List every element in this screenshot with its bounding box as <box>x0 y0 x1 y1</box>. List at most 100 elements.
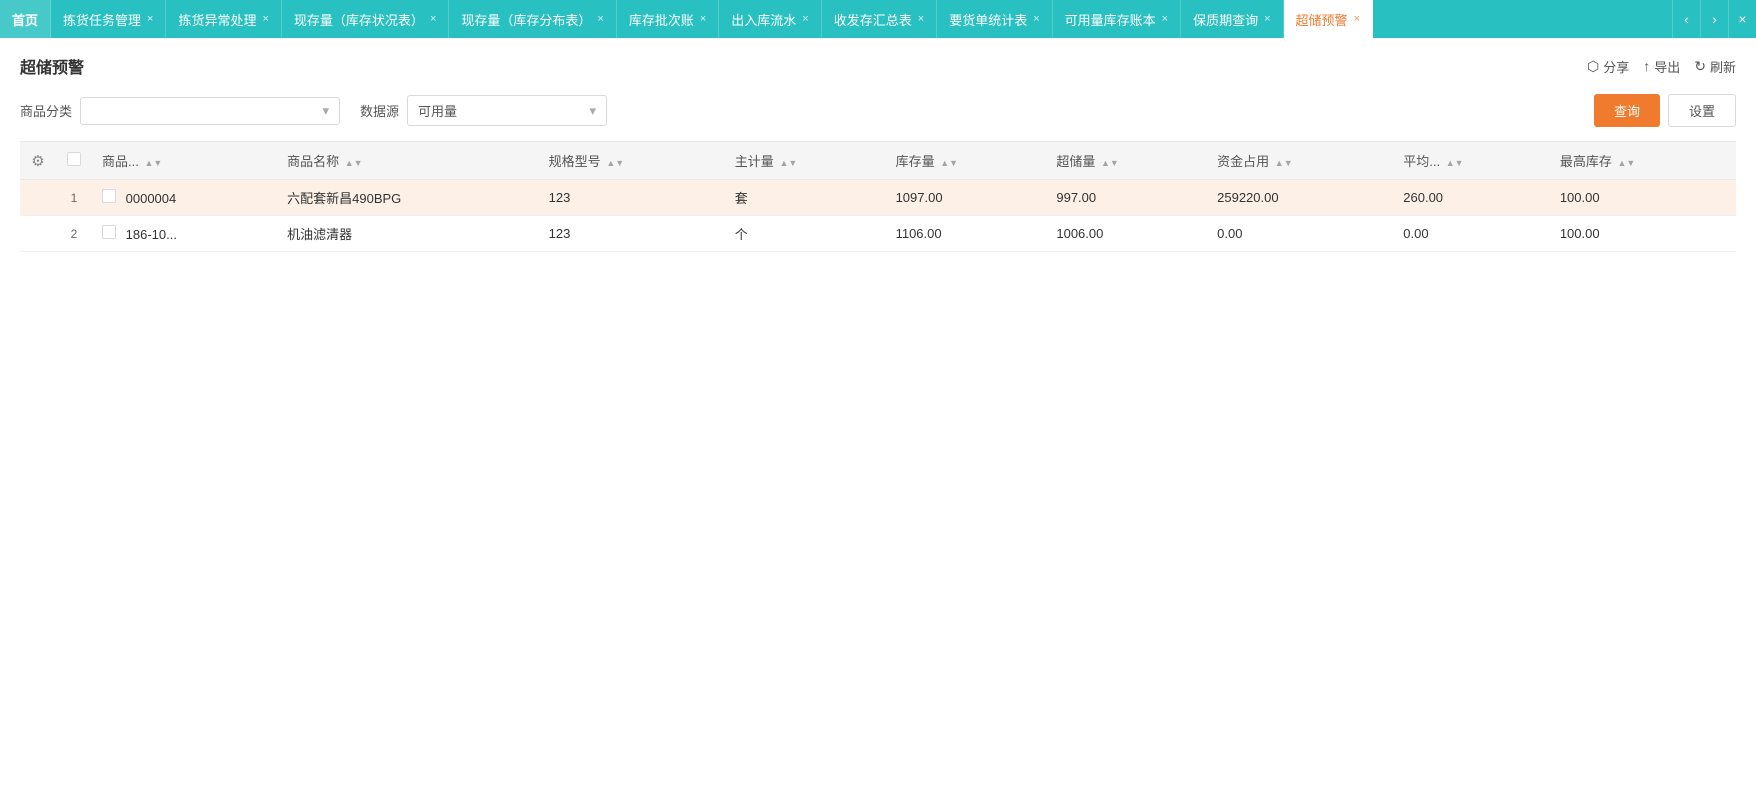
datasource-filter: 数据源 可用量 ▾ <box>360 95 607 126</box>
select-all-checkbox[interactable] <box>67 152 81 166</box>
sort-avg-icon: ▲▼ <box>1446 158 1464 168</box>
row-avg-1: 0.00 <box>1393 216 1550 252</box>
row-settings-1 <box>20 216 56 252</box>
nav-close-inout-flow[interactable]: × <box>802 13 808 25</box>
nav-close-order-stats[interactable]: × <box>1033 13 1039 25</box>
row-code-0: 0000004 <box>126 191 177 206</box>
nav-item-collect-send[interactable]: 收发存汇总表 × <box>822 0 937 38</box>
nav-label-home: 首页 <box>12 10 38 29</box>
nav-label-collect-send: 收发存汇总表 <box>834 10 912 29</box>
share-button[interactable]: ⬡ 分享 <box>1587 57 1629 76</box>
settings-gear-icon[interactable]: ⚙ <box>31 153 44 170</box>
nav-prev-arrow[interactable]: ‹ <box>1672 0 1700 38</box>
nav-close-batch[interactable]: × <box>700 13 706 25</box>
category-select[interactable]: ▾ <box>80 97 340 125</box>
sort-unit-icon: ▲▼ <box>779 158 797 168</box>
row-name-1: 机油滤清器 <box>277 216 539 252</box>
category-label: 商品分类 <box>20 101 72 120</box>
chevron-down-icon-2: ▾ <box>590 103 597 119</box>
export-button[interactable]: ↑ 导出 <box>1643 57 1680 76</box>
data-table: ⚙ 商品... ▲▼ 商品名称 ▲▼ 规格型号 ▲▼ 主计 <box>20 141 1736 252</box>
chevron-down-icon: ▾ <box>322 103 329 119</box>
nav-label-inout-flow: 出入库流水 <box>731 10 796 29</box>
nav-item-inout-flow[interactable]: 出入库流水 × <box>719 0 821 38</box>
nav-item-inventory-status[interactable]: 现存量（库存状况表） × <box>282 0 449 38</box>
nav-close-inventory-status[interactable]: × <box>430 13 436 25</box>
row-maxstock-0: 100.00 <box>1550 180 1736 216</box>
nav-close-abnormal[interactable]: × <box>262 13 268 25</box>
row-unit-1: 个 <box>725 216 886 252</box>
row-overstock-1: 1006.00 <box>1046 216 1207 252</box>
col-maxstock-header[interactable]: 最高库存 ▲▼ <box>1550 142 1736 180</box>
category-filter: 商品分类 ▾ <box>20 97 340 125</box>
sort-capital-icon: ▲▼ <box>1275 158 1293 168</box>
nav-item-available-acct[interactable]: 可用量库存账本 × <box>1053 0 1181 38</box>
row-select-1[interactable] <box>102 225 116 239</box>
nav-item-abnormal[interactable]: 拣货异常处理 × <box>166 0 281 38</box>
page-actions: ⬡ 分享 ↑ 导出 ↻ 刷新 <box>1587 57 1736 76</box>
query-button[interactable]: 查询 <box>1594 94 1660 127</box>
refresh-button[interactable]: ↻ 刷新 <box>1694 57 1736 76</box>
col-capital-header[interactable]: 资金占用 ▲▼ <box>1207 142 1393 180</box>
sort-stock-icon: ▲▼ <box>940 158 958 168</box>
row-avg-0: 260.00 <box>1393 180 1550 216</box>
nav-close-inventory-dist[interactable]: × <box>597 13 603 25</box>
share-icon: ⬡ <box>1587 58 1599 75</box>
datasource-select[interactable]: 可用量 ▾ <box>407 95 607 126</box>
col-spec-header[interactable]: 规格型号 ▲▼ <box>539 142 725 180</box>
table-row: 1 0000004 六配套新昌490BPG 123 套 1097.00 997.… <box>20 180 1736 216</box>
col-stock-header[interactable]: 库存量 ▲▼ <box>886 142 1047 180</box>
datasource-label: 数据源 <box>360 101 399 120</box>
top-nav: 首页 拣货任务管理 × 拣货异常处理 × 现存量（库存状况表） × 现存量（库存… <box>0 0 1756 38</box>
col-name-header[interactable]: 商品名称 ▲▼ <box>277 142 539 180</box>
nav-item-overstock-alert[interactable]: 超储预警 × <box>1284 0 1373 38</box>
filter-row: 商品分类 ▾ 数据源 可用量 ▾ 查询 设置 <box>20 94 1736 127</box>
col-code-header[interactable]: 商品... ▲▼ <box>92 142 277 180</box>
nav-item-batch[interactable]: 库存批次账 × <box>617 0 719 38</box>
nav-close-collect-send[interactable]: × <box>918 13 924 25</box>
nav-item-quality-check[interactable]: 保质期查询 × <box>1181 0 1283 38</box>
col-unit-header[interactable]: 主计量 ▲▼ <box>725 142 886 180</box>
nav-item-order-stats[interactable]: 要货单统计表 × <box>937 0 1052 38</box>
filter-actions: 查询 设置 <box>1594 94 1736 127</box>
export-label: 导出 <box>1654 57 1680 76</box>
nav-label-abnormal: 拣货异常处理 <box>178 10 256 29</box>
row-name-0: 六配套新昌490BPG <box>277 180 539 216</box>
row-code-1: 186-10... <box>126 227 177 242</box>
nav-label-quality-check: 保质期查询 <box>1193 10 1258 29</box>
row-stock-0: 1097.00 <box>886 180 1047 216</box>
page-title: 超储预警 <box>20 54 84 78</box>
nav-close-task-mgmt[interactable]: × <box>147 13 153 25</box>
col-overstock-header[interactable]: 超储量 ▲▼ <box>1046 142 1207 180</box>
row-checkbox-0: 0000004 <box>92 180 277 216</box>
col-settings-header: ⚙ <box>20 142 56 180</box>
sort-code-icon: ▲▼ <box>144 158 162 168</box>
row-settings-0 <box>20 180 56 216</box>
row-select-0[interactable] <box>102 189 116 203</box>
nav-label-order-stats: 要货单统计表 <box>949 10 1027 29</box>
row-num-0: 1 <box>56 180 92 216</box>
row-num-1: 2 <box>56 216 92 252</box>
page-header: 超储预警 ⬡ 分享 ↑ 导出 ↻ 刷新 <box>20 54 1736 78</box>
nav-next-arrow[interactable]: › <box>1700 0 1728 38</box>
nav-item-inventory-dist[interactable]: 现存量（库存分布表） × <box>449 0 616 38</box>
datasource-value: 可用量 <box>418 101 457 120</box>
nav-close-all[interactable]: × <box>1728 0 1756 38</box>
row-checkbox-1: 186-10... <box>92 216 277 252</box>
nav-label-inventory-dist: 现存量（库存分布表） <box>461 10 591 29</box>
nav-item-task-mgmt[interactable]: 拣货任务管理 × <box>51 0 166 38</box>
nav-item-home[interactable]: 首页 <box>0 0 51 38</box>
row-capital-0: 259220.00 <box>1207 180 1393 216</box>
sort-spec-icon: ▲▼ <box>606 158 624 168</box>
refresh-label: 刷新 <box>1710 57 1736 76</box>
nav-close-quality-check[interactable]: × <box>1264 13 1270 25</box>
nav-close-overstock-alert[interactable]: × <box>1354 13 1360 25</box>
nav-close-available-acct[interactable]: × <box>1162 13 1168 25</box>
sort-name-icon: ▲▼ <box>345 158 363 168</box>
refresh-icon: ↻ <box>1694 58 1706 75</box>
nav-label-overstock-alert: 超储预警 <box>1296 10 1348 29</box>
col-checkbox-header <box>56 142 92 180</box>
settings-button[interactable]: 设置 <box>1668 94 1736 127</box>
col-avg-header[interactable]: 平均... ▲▼ <box>1393 142 1550 180</box>
sort-overstock-icon: ▲▼ <box>1101 158 1119 168</box>
